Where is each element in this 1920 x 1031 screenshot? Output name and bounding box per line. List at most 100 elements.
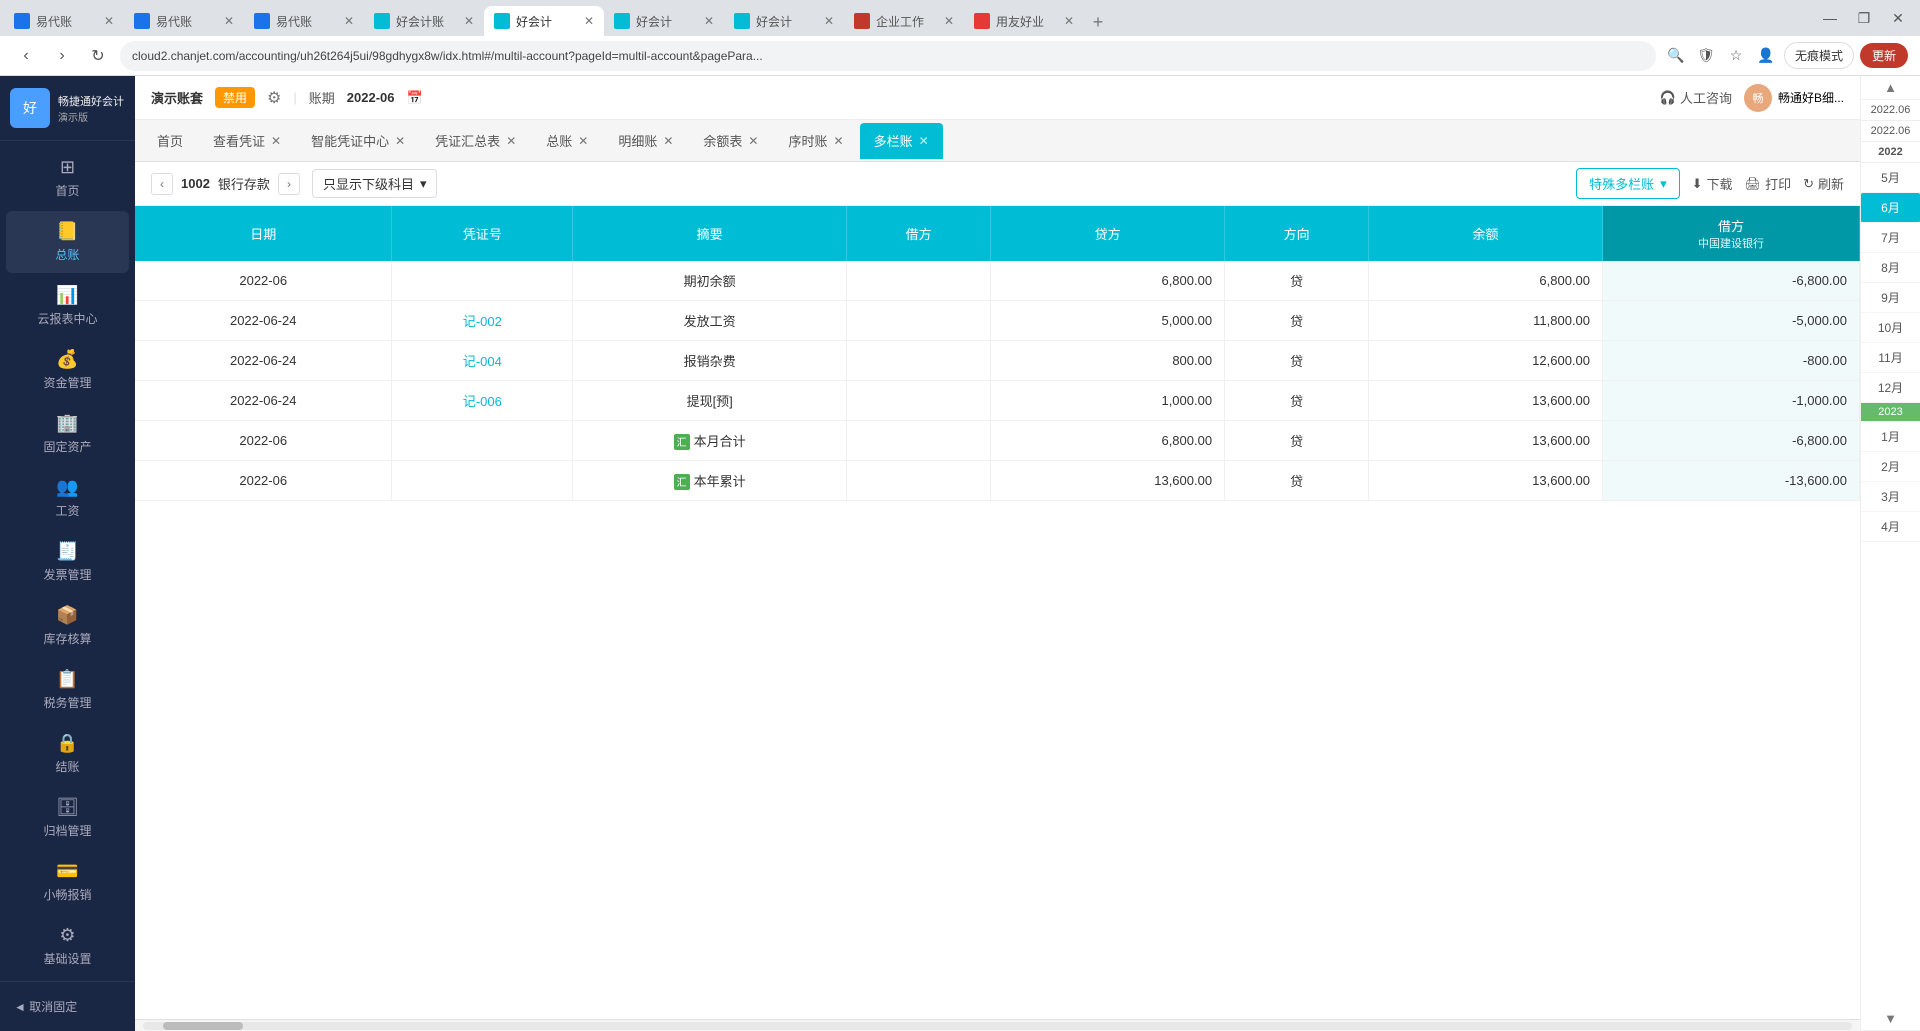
prev-subject-btn[interactable]: ‹: [151, 173, 173, 195]
browser-tab-4[interactable]: 好会计账 ✕: [364, 6, 484, 36]
page-tab-7[interactable]: 序时账 ✕: [774, 123, 857, 159]
close-tab-5[interactable]: ✕: [663, 134, 673, 148]
tag-btn[interactable]: 禁用: [215, 87, 255, 108]
browser-tab-9[interactable]: 用友好业 ✕: [964, 6, 1084, 36]
page-tab-0[interactable]: 首页: [143, 123, 197, 159]
cell-voucher[interactable]: 记-002: [392, 301, 573, 341]
scroll-thumb[interactable]: [163, 1022, 243, 1030]
forward-btn[interactable]: ›: [48, 42, 76, 70]
page-tab-6[interactable]: 余额表 ✕: [689, 123, 772, 159]
browser-tab-7[interactable]: 好会计 ✕: [724, 6, 844, 36]
close-tab-6[interactable]: ✕: [748, 134, 758, 148]
browser-tab-2[interactable]: 易代账 ✕: [124, 6, 244, 36]
refresh-btn[interactable]: ↻ 刷新: [1803, 174, 1844, 193]
tab-close-8[interactable]: ✕: [944, 14, 954, 28]
tab-close-2[interactable]: ✕: [224, 14, 234, 28]
month-item-2023-4月[interactable]: 4月: [1861, 512, 1920, 542]
next-subject-btn[interactable]: ›: [278, 173, 300, 195]
tab-close-1[interactable]: ✕: [104, 14, 114, 28]
settings-icon: ⚙: [59, 925, 75, 946]
new-tab-btn[interactable]: +: [1084, 8, 1112, 36]
sidebar-item-tax[interactable]: 📋 税务管理: [6, 659, 129, 721]
sidebar-item-close[interactable]: 🔒 结账: [6, 723, 129, 785]
download-btn[interactable]: ⬇ 下载: [1692, 174, 1733, 193]
page-tab-4[interactable]: 总账 ✕: [532, 123, 602, 159]
sidebar-item-settings[interactable]: ⚙ 基础设置: [6, 915, 129, 977]
tab-close-7[interactable]: ✕: [824, 14, 834, 28]
page-tab-5[interactable]: 明细账 ✕: [604, 123, 687, 159]
month-item-2022-6月[interactable]: 6月: [1861, 193, 1920, 223]
cell-balance: 13,600.00: [1369, 381, 1603, 421]
month-item-2022-10月[interactable]: 10月: [1861, 313, 1920, 343]
browser-tab-5[interactable]: 好会计 ✕: [484, 6, 604, 36]
page-tab-1[interactable]: 查看凭证 ✕: [199, 123, 295, 159]
incognito-btn[interactable]: 无痕模式: [1784, 42, 1854, 69]
special-multi-btn[interactable]: 特殊多栏账 ▾: [1576, 168, 1680, 199]
page-tab-3[interactable]: 凭证汇总表 ✕: [421, 123, 530, 159]
profile-icon[interactable]: 👤: [1754, 44, 1778, 68]
close-tab-4[interactable]: ✕: [578, 134, 588, 148]
minimize-btn[interactable]: —: [1816, 4, 1844, 32]
tab-close-4[interactable]: ✕: [464, 14, 474, 28]
close-tab-2[interactable]: ✕: [395, 134, 405, 148]
bottom-scrollbar[interactable]: [135, 1019, 1860, 1031]
calendar-icon[interactable]: 📅: [407, 90, 423, 106]
print-btn[interactable]: 🖨 打印: [1745, 174, 1792, 193]
filter-select[interactable]: 只显示下级科目 ▾: [312, 169, 438, 198]
close-tab-8[interactable]: ✕: [919, 134, 929, 148]
page-tab-8[interactable]: 多栏账 ✕: [860, 123, 943, 159]
sidebar-item-inventory[interactable]: 📦 库存核算: [6, 595, 129, 657]
month-item-2023-3月[interactable]: 3月: [1861, 482, 1920, 512]
unpin-btn[interactable]: ◄ 取消固定: [10, 992, 125, 1021]
month-item-2022-7月[interactable]: 7月: [1861, 223, 1920, 253]
sidebar-item-home[interactable]: ⊞ 首页: [6, 147, 129, 209]
back-btn[interactable]: ‹: [12, 42, 40, 70]
sidebar-item-reports[interactable]: 📊 云报表中心: [6, 275, 129, 337]
scroll-down-btn[interactable]: ▼: [1861, 1007, 1920, 1031]
sidebar-item-expense[interactable]: 💳 小畅报销: [6, 851, 129, 913]
shield-icon[interactable]: 🛡: [1694, 44, 1718, 68]
month-item-2022-9月[interactable]: 9月: [1861, 283, 1920, 313]
search-icon[interactable]: 🔍: [1664, 44, 1688, 68]
maximize-btn[interactable]: ❐: [1850, 4, 1878, 32]
sidebar-item-ledger[interactable]: 📒 总账: [6, 211, 129, 273]
page-tab-2[interactable]: 智能凭证中心 ✕: [297, 123, 419, 159]
close-tab-1[interactable]: ✕: [271, 134, 281, 148]
sidebar-item-funds[interactable]: 💰 资金管理: [6, 339, 129, 401]
cell-summary: 期初余额: [573, 261, 847, 301]
update-btn[interactable]: 更新: [1860, 43, 1908, 68]
url-bar[interactable]: cloud2.chanjet.com/accounting/uh26t264j5…: [120, 41, 1656, 71]
tab-close-3[interactable]: ✕: [344, 14, 354, 28]
sidebar-item-assets[interactable]: 🏢 固定资产: [6, 403, 129, 465]
settings-icon[interactable]: ⚙: [267, 88, 281, 108]
month-item-2023-2月[interactable]: 2月: [1861, 452, 1920, 482]
home-icon: ⊞: [60, 157, 75, 178]
close-browser-btn[interactable]: ✕: [1884, 4, 1912, 32]
browser-tab-1[interactable]: 易代账 ✕: [4, 6, 124, 36]
close-tab-7[interactable]: ✕: [834, 134, 844, 148]
browser-tab-6[interactable]: 好会计 ✕: [604, 6, 724, 36]
print-icon: 🖨: [1745, 176, 1762, 192]
sidebar-item-payroll[interactable]: 👥 工资: [6, 467, 129, 529]
month-item-2022-5月[interactable]: 5月: [1861, 163, 1920, 193]
sidebar-item-archive[interactable]: 🗄 归档管理: [6, 787, 129, 849]
user-info[interactable]: 畅 畅通好B细...: [1744, 84, 1844, 112]
cell-voucher[interactable]: 记-006: [392, 381, 573, 421]
bookmark-icon[interactable]: ☆: [1724, 44, 1748, 68]
sidebar-label-expense: 小畅报销: [43, 886, 91, 903]
sidebar-item-invoice[interactable]: 🧾 发票管理: [6, 531, 129, 593]
reload-btn[interactable]: ↻: [84, 42, 112, 70]
month-item-2023-1月[interactable]: 1月: [1861, 422, 1920, 452]
consult-btn[interactable]: 🎧 人工咨询: [1660, 88, 1732, 107]
tab-close-5[interactable]: ✕: [584, 14, 594, 28]
close-tab-3[interactable]: ✕: [506, 134, 516, 148]
tab-close-6[interactable]: ✕: [704, 14, 714, 28]
scroll-up-btn[interactable]: ▲: [1861, 76, 1920, 100]
cell-voucher[interactable]: 记-004: [392, 341, 573, 381]
tab-close-9[interactable]: ✕: [1064, 14, 1074, 28]
month-item-2022-8月[interactable]: 8月: [1861, 253, 1920, 283]
month-item-2022-12月[interactable]: 12月: [1861, 373, 1920, 403]
browser-tab-8[interactable]: 企业工作 ✕: [844, 6, 964, 36]
month-item-2022-11月[interactable]: 11月: [1861, 343, 1920, 373]
browser-tab-3[interactable]: 易代账 ✕: [244, 6, 364, 36]
